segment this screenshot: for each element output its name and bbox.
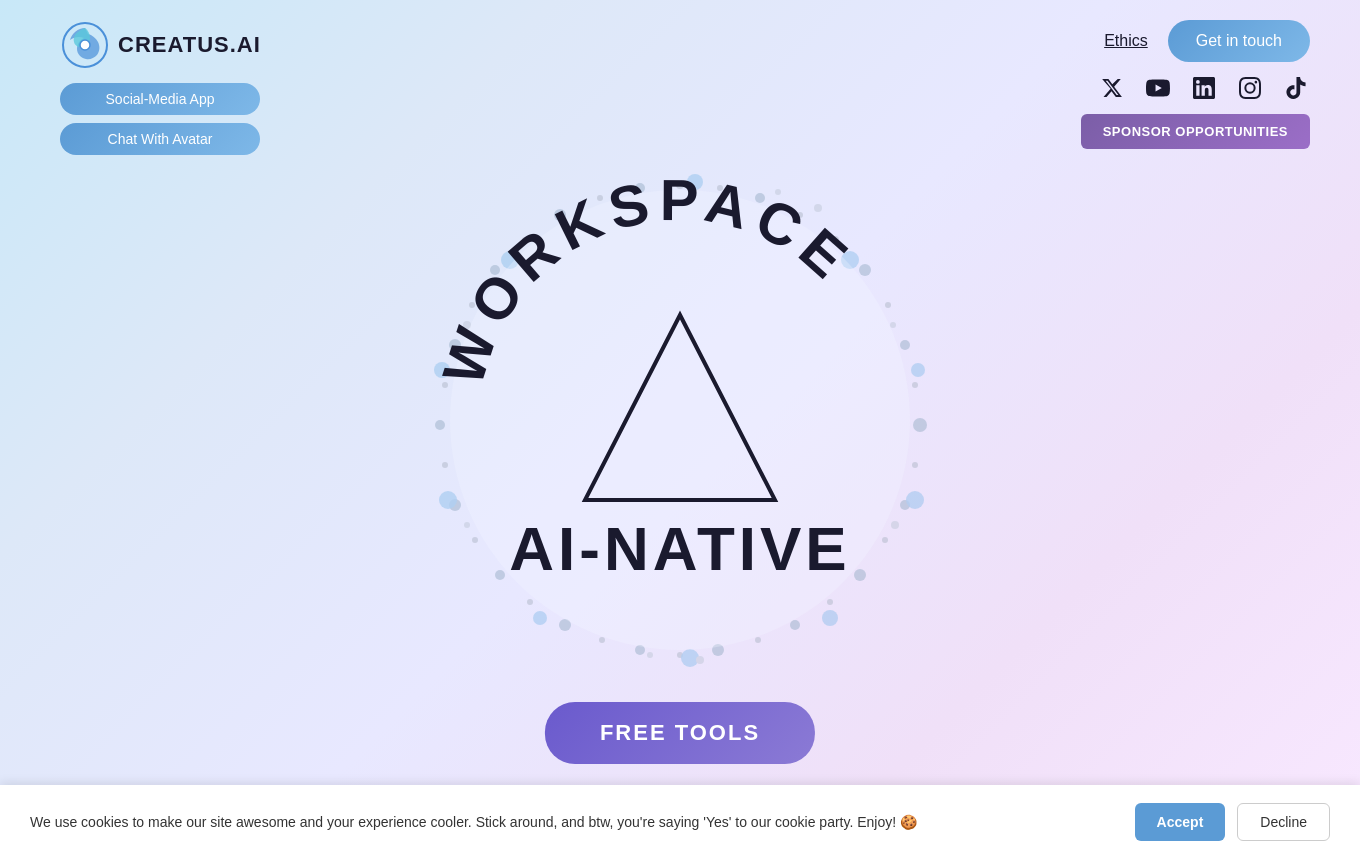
svg-point-24 (527, 599, 533, 605)
svg-point-17 (790, 620, 800, 630)
svg-point-25 (495, 570, 505, 580)
svg-point-10 (912, 382, 918, 388)
svg-point-22 (599, 637, 605, 643)
svg-point-7 (859, 264, 871, 276)
ethics-link[interactable]: Ethics (1104, 32, 1148, 50)
svg-point-29 (435, 420, 445, 430)
workspace-svg: WORKSPACE AI-NATIVE (370, 130, 990, 750)
free-tools-button[interactable]: FREE TOOLS (545, 702, 815, 764)
svg-point-43 (681, 649, 699, 667)
header-top-right: Ethics Get in touch (1104, 20, 1310, 62)
svg-point-40 (911, 363, 925, 377)
logo-icon (60, 20, 110, 70)
svg-point-14 (882, 537, 888, 543)
svg-text:AI-NATIVE: AI-NATIVE (509, 514, 850, 583)
svg-point-9 (900, 340, 910, 350)
svg-point-55 (464, 522, 470, 528)
svg-point-44 (533, 611, 547, 625)
accept-button[interactable]: Accept (1135, 803, 1226, 841)
svg-point-50 (696, 656, 704, 664)
cookie-banner: We use cookies to make our site awesome … (0, 785, 1360, 859)
svg-point-12 (912, 462, 918, 468)
svg-point-41 (906, 491, 924, 509)
logo-link[interactable]: CREATUS.AI (60, 20, 261, 70)
svg-point-15 (854, 569, 866, 581)
svg-point-42 (822, 610, 838, 626)
logo-text: CREATUS.AI (118, 32, 261, 58)
svg-point-11 (913, 418, 927, 432)
get-in-touch-button[interactable]: Get in touch (1168, 20, 1310, 62)
cookie-message: We use cookies to make our site awesome … (30, 814, 1135, 830)
header: CREATUS.AI Social-Media App Chat With Av… (0, 0, 1360, 90)
svg-point-54 (891, 521, 899, 529)
svg-point-1 (80, 40, 90, 50)
hero-section: WORKSPACE AI-NATIVE (0, 80, 1360, 799)
svg-point-28 (442, 462, 448, 468)
svg-point-8 (885, 302, 891, 308)
svg-point-53 (890, 322, 896, 328)
decline-button[interactable]: Decline (1237, 803, 1330, 841)
svg-point-30 (442, 382, 448, 388)
svg-point-18 (755, 637, 761, 643)
workspace-graphic: WORKSPACE AI-NATIVE (370, 130, 990, 750)
svg-point-16 (827, 599, 833, 605)
svg-point-51 (647, 652, 653, 658)
cookie-actions: Accept Decline (1135, 803, 1330, 841)
svg-point-26 (472, 537, 478, 543)
svg-point-45 (439, 491, 457, 509)
